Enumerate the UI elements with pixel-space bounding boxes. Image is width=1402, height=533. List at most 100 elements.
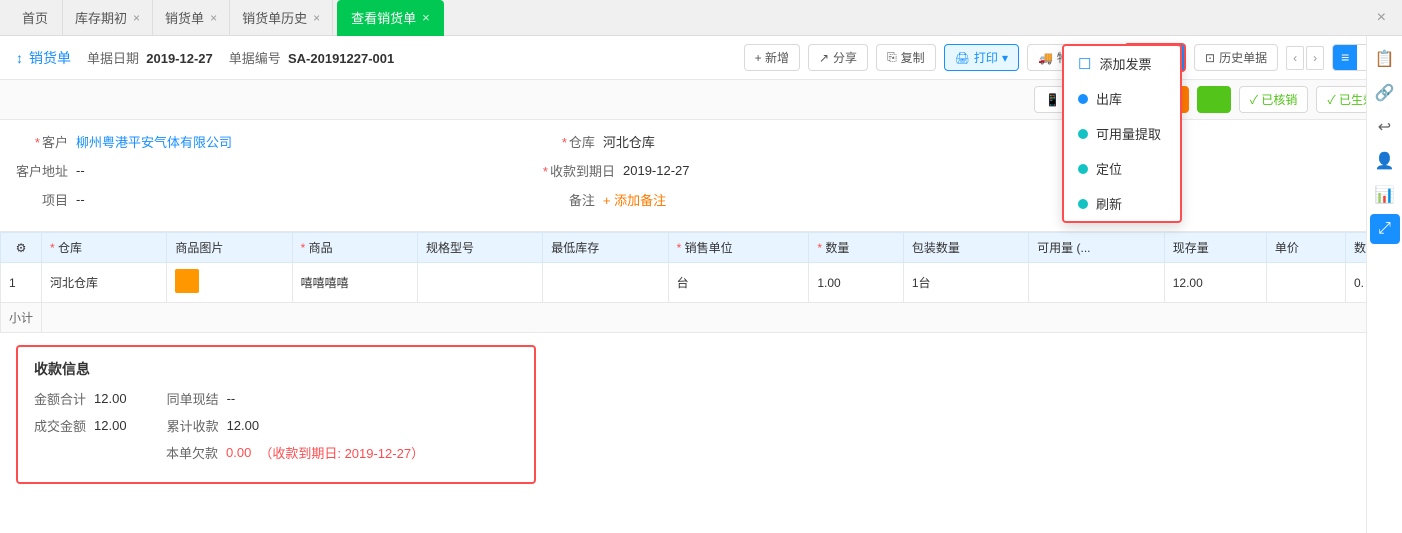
row-spec bbox=[417, 263, 542, 303]
col-settings[interactable]: ⚙ bbox=[1, 233, 42, 263]
locate-label: 定位 bbox=[1096, 159, 1122, 178]
invoice-icon: ☐ bbox=[1078, 55, 1091, 73]
print-icon: 🖨 bbox=[955, 51, 970, 65]
subtotal-label: 小计 bbox=[1, 303, 42, 333]
total-amount-field: 金额合计 12.00 bbox=[34, 389, 127, 408]
print-button[interactable]: 🖨 打印 ▾ bbox=[944, 44, 1019, 71]
payment-date-value: 2019-12-27 bbox=[623, 163, 690, 178]
sidebar-link-icon[interactable]: 🔗 bbox=[1370, 78, 1400, 108]
row-pack-qty: 1台 bbox=[903, 263, 1028, 303]
payment-date-label: 收款到期日 bbox=[543, 161, 623, 180]
toolbar-row: 📱 来自手机 未开票 ✓ ✓ 已核销 ✓ 已生效 bbox=[0, 80, 1402, 120]
doc-meta: 单据日期 2019-12-27 单据编号 SA-20191227-001 bbox=[87, 48, 394, 67]
tab-view-sales[interactable]: 查看销货单 × bbox=[337, 0, 444, 36]
payment-row-2: 成交金额 12.00 累计收款 12.00 bbox=[34, 416, 518, 435]
sold-status[interactable]: ✓ 已核销 bbox=[1239, 86, 1309, 113]
tab-inventory[interactable]: 库存期初 × bbox=[63, 0, 153, 36]
doc-title: ↕ 销货单 bbox=[16, 48, 71, 68]
customer-label: 客户 bbox=[16, 132, 76, 151]
outbound-dot bbox=[1078, 94, 1088, 104]
product-image bbox=[175, 269, 199, 293]
form-area: 客户 柳州粤港平安气体有限公司 仓库 河北仓库 业务员 演示账号 客户地址 --… bbox=[0, 120, 1402, 232]
col-unit: * 销售单位 bbox=[668, 233, 809, 263]
same-order-field: 同单现结 -- bbox=[167, 389, 236, 408]
doc-title-text: 销货单 bbox=[29, 48, 71, 68]
bottom-area: 收款信息 金额合计 12.00 同单现结 -- 成交金额 12.00 累计收款 bbox=[0, 333, 1402, 496]
locate-dot bbox=[1078, 164, 1088, 174]
note-field: 备注 添加备注 bbox=[543, 190, 1070, 209]
warehouse-field: 仓库 河北仓库 bbox=[543, 132, 1070, 151]
number-value: SA-20191227-001 bbox=[288, 51, 394, 66]
check1-button[interactable]: ✓ bbox=[1197, 86, 1231, 113]
share-button[interactable]: ↗ 分享 bbox=[808, 44, 868, 71]
tab-home-label: 首页 bbox=[22, 8, 48, 27]
subtotal-empty bbox=[42, 303, 1402, 333]
operation-dropdown: ☐ 添加发票 出库 可用量提取 定位 刷新 bbox=[1062, 44, 1182, 223]
tab-sales-history-close[interactable]: × bbox=[313, 11, 320, 25]
sidebar-doc-icon[interactable]: 📋 bbox=[1370, 44, 1400, 74]
date-label: 单据日期 2019-12-27 bbox=[87, 48, 213, 67]
col-quantity: * 数量 bbox=[809, 233, 904, 263]
payment-title: 收款信息 bbox=[34, 359, 518, 379]
tab-sales-order[interactable]: 销货单 × bbox=[153, 0, 230, 36]
copy-button[interactable]: ⎘ 复制 bbox=[876, 44, 936, 71]
print-dropdown-arrow: ▾ bbox=[1002, 51, 1008, 65]
phone-icon: 📱 bbox=[1045, 93, 1060, 107]
doc-icon: ↕ bbox=[16, 50, 23, 66]
tab-bar: 首页 库存期初 × 销货单 × 销货单历史 × 查看销货单 × × bbox=[0, 0, 1402, 36]
prev-button[interactable]: ‹ bbox=[1286, 46, 1304, 70]
tab-sales-history[interactable]: 销货单历史 × bbox=[230, 0, 333, 36]
due-amount-field: 本单欠款 0.00 （收款到期日: 2019-12-27） bbox=[166, 443, 424, 462]
new-button[interactable]: + 新增 bbox=[744, 44, 800, 71]
history-button[interactable]: ⊡ 历史单据 bbox=[1194, 44, 1278, 71]
project-label: 项目 bbox=[16, 190, 76, 209]
row-min-stock bbox=[543, 263, 668, 303]
sidebar-expand-icon[interactable]: ⤢ bbox=[1370, 214, 1400, 244]
refresh-item[interactable]: 刷新 bbox=[1064, 186, 1180, 221]
tab-inventory-close[interactable]: × bbox=[133, 11, 140, 25]
add-invoice-item[interactable]: ☐ 添加发票 bbox=[1064, 46, 1180, 81]
sidebar-user-icon[interactable]: 👤 bbox=[1370, 146, 1400, 176]
subtotal-row: 小计 bbox=[1, 303, 1402, 333]
sidebar-chart-icon[interactable]: 📊 bbox=[1370, 180, 1400, 210]
tab-sales-history-label: 销货单历史 bbox=[242, 8, 307, 27]
date-value: 2019-12-27 bbox=[146, 51, 213, 66]
deal-amount-label: 成交金额 bbox=[34, 416, 86, 435]
project-value: -- bbox=[76, 192, 85, 207]
available-qty-item[interactable]: 可用量提取 bbox=[1064, 116, 1180, 151]
row-product: 嘻嘻嘻嘻 bbox=[292, 263, 417, 303]
doc-header: ↕ 销货单 单据日期 2019-12-27 单据编号 SA-20191227-0… bbox=[0, 36, 1402, 80]
tab-view-sales-close[interactable]: × bbox=[422, 10, 430, 25]
same-order-value: -- bbox=[227, 391, 236, 406]
main-content: ↕ 销货单 单据日期 2019-12-27 单据编号 SA-20191227-0… bbox=[0, 36, 1402, 533]
customer-field: 客户 柳州粤港平安气体有限公司 bbox=[16, 132, 543, 151]
product-table: ⚙ * 仓库 商品图片 * 商品 规格型号 最低库存 * 销售单位 * 数量 包… bbox=[0, 232, 1402, 333]
address-value: -- bbox=[76, 163, 85, 178]
col-pack-qty: 包装数量 bbox=[903, 233, 1028, 263]
row-quantity: 1.00 bbox=[809, 263, 904, 303]
table-row: 1 河北仓库 嘻嘻嘻嘻 台 1.00 1台 12.00 0. bbox=[1, 263, 1402, 303]
row-unit: 台 bbox=[668, 263, 809, 303]
outbound-item[interactable]: 出库 bbox=[1064, 81, 1180, 116]
refresh-dot bbox=[1078, 199, 1088, 209]
locate-item[interactable]: 定位 bbox=[1064, 151, 1180, 186]
next-button[interactable]: › bbox=[1306, 46, 1324, 70]
tab-home[interactable]: 首页 bbox=[8, 0, 63, 36]
warehouse-label: 仓库 bbox=[543, 132, 603, 151]
sold-check-icon: ✓ bbox=[1250, 93, 1258, 107]
list-view-button[interactable]: ≡ bbox=[1333, 45, 1357, 70]
window-close-button[interactable]: × bbox=[1369, 9, 1394, 27]
add-note-button[interactable]: 添加备注 bbox=[603, 190, 666, 209]
tab-sales-order-close[interactable]: × bbox=[210, 11, 217, 25]
due-date-value: 2019-12-27 bbox=[345, 446, 412, 461]
warehouse-value: 河北仓库 bbox=[603, 132, 655, 151]
col-product: * 商品 bbox=[292, 233, 417, 263]
note-label: 备注 bbox=[543, 190, 603, 209]
payment-row-1: 金额合计 12.00 同单现结 -- bbox=[34, 389, 518, 408]
customer-value[interactable]: 柳州粤港平安气体有限公司 bbox=[76, 132, 232, 151]
col-price: 单价 bbox=[1266, 233, 1345, 263]
share-icon: ↗ bbox=[819, 51, 829, 65]
sidebar-return-icon[interactable]: ↩ bbox=[1370, 112, 1400, 142]
row-no: 1 bbox=[1, 263, 42, 303]
cumulative-payment-value: 12.00 bbox=[227, 418, 260, 433]
